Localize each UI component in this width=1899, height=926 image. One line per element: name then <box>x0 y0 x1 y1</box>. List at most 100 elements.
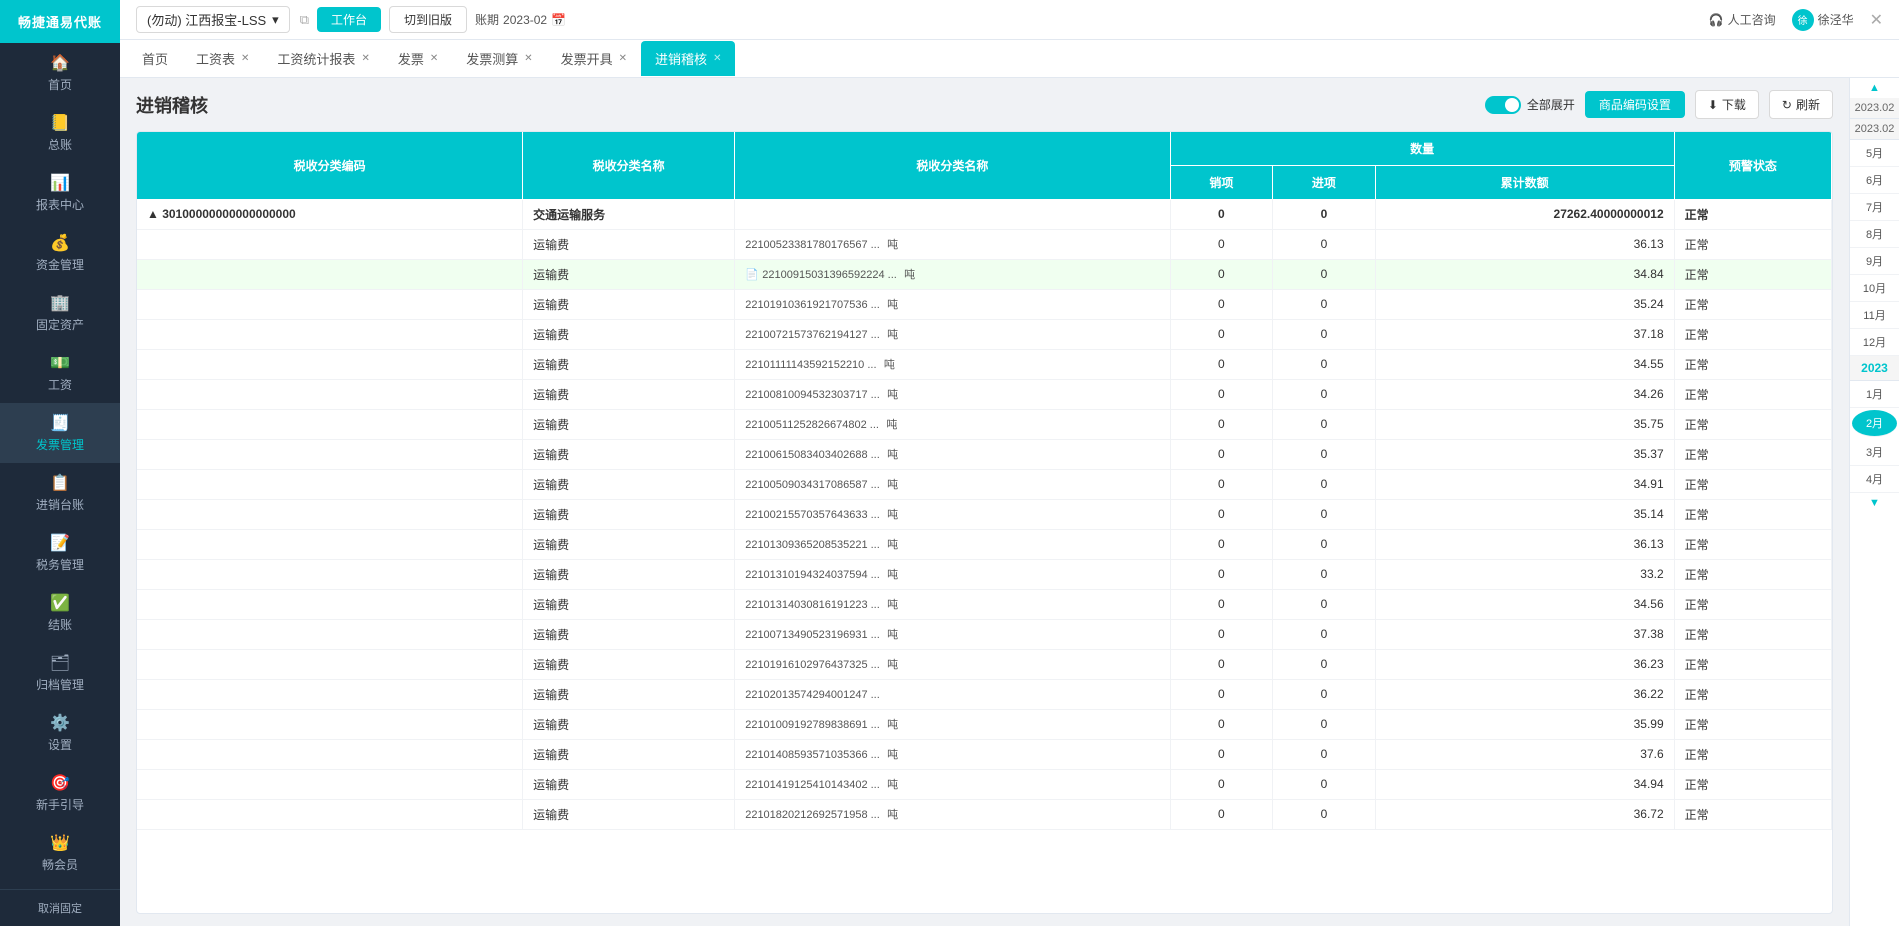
switch-version-button[interactable]: 切到旧版 <box>389 6 467 33</box>
table-row: 运输费 221010091927898386​91 ... 吨 0 0 35.9… <box>137 709 1832 739</box>
sidebar-item-label: 发票管理 <box>36 436 84 453</box>
row-purchase: 0 <box>1273 259 1376 289</box>
calendar-up-arrow[interactable]: ▲ <box>1850 78 1899 98</box>
row-invoice: 221010091927898386​91 ... 吨 <box>735 709 1170 739</box>
table-row: 运输费 221007134905231969​31 ... 吨 0 0 37.3… <box>137 619 1832 649</box>
table-row: 运输费 221006150834034026​88 ... 吨 0 0 35.3… <box>137 439 1832 469</box>
calendar-month-10[interactable]: 10月 <box>1850 275 1899 302</box>
tab-invoice-open-close[interactable]: ✕ <box>619 53 627 64</box>
tab-invoice-open[interactable]: 发票开具 ✕ <box>547 41 641 76</box>
row-total: 36.13 <box>1375 229 1674 259</box>
table-row: 运输费 221005112528266748​02 ... 吨 0 0 35.7… <box>137 409 1832 439</box>
col-header-sales: 销项 <box>1170 166 1273 200</box>
tab-payroll-stats[interactable]: 工资统计报表 ✕ <box>263 41 383 76</box>
sidebar-item-settings[interactable]: ⚙️ 设置 <box>0 703 120 763</box>
row-invoice: 221006150834034026​88 ... 吨 <box>735 439 1170 469</box>
sidebar-item-payroll[interactable]: 💵 工资 <box>0 343 120 403</box>
calendar-month-6[interactable]: 6月 <box>1850 167 1899 194</box>
calendar-month-4[interactable]: 4月 <box>1850 466 1899 493</box>
support-link[interactable]: 🎧 人工咨询 <box>1709 11 1776 28</box>
tab-reconcile-label: 进销稽核 <box>655 49 707 68</box>
row-code <box>137 529 523 559</box>
sidebar-item-sales[interactable]: 📋 进销台账 <box>0 463 120 523</box>
calendar-month-3[interactable]: 3月 <box>1850 439 1899 466</box>
col-header-status: 预警状态 <box>1674 132 1831 199</box>
row-sales: 0 <box>1170 469 1273 499</box>
calendar-month-11[interactable]: 11月 <box>1850 302 1899 329</box>
row-code <box>137 289 523 319</box>
sidebar-item-ledger[interactable]: 📒 总账 <box>0 103 120 163</box>
sidebar-item-capital[interactable]: 💰 资金管理 <box>0 223 120 283</box>
tab-home[interactable]: 首页 <box>128 41 182 76</box>
sidebar-item-vip[interactable]: 👑 畅会员 <box>0 823 120 883</box>
user-avatar: 徐 <box>1792 9 1814 31</box>
row-total: 34.84 <box>1375 259 1674 289</box>
tab-invoice[interactable]: 发票 ✕ <box>384 41 452 76</box>
calendar-month-5[interactable]: 5月 <box>1850 140 1899 167</box>
table-row: 运输费 221020135742940012​47 ... 0 0 36.22 … <box>137 679 1832 709</box>
sidebar-item-tax[interactable]: 📝 税务管理 <box>0 523 120 583</box>
row-status: 正常 <box>1674 379 1831 409</box>
row-code <box>137 349 523 379</box>
row-status: 正常 <box>1674 769 1831 799</box>
row-sales: 0 <box>1170 259 1273 289</box>
row-name: 运输费 <box>523 439 735 469</box>
sidebar-item-label: 固定资产 <box>36 316 84 333</box>
calendar-icon[interactable]: 📅 <box>551 13 566 27</box>
row-total: 33.2 <box>1375 559 1674 589</box>
unpin-button[interactable]: 取消固定 <box>0 889 120 926</box>
tab-reconcile-close[interactable]: ✕ <box>713 53 721 64</box>
row-sales: 0 <box>1170 289 1273 319</box>
tab-invoice-calc[interactable]: 发票测算 ✕ <box>452 41 546 76</box>
workspace-button[interactable]: 工作台 <box>317 7 381 32</box>
sidebar-item-guide[interactable]: 🎯 新手引导 <box>0 763 120 823</box>
expand-toggle[interactable] <box>1485 96 1521 114</box>
archive-icon: 🗂 <box>50 653 70 673</box>
tab-payroll[interactable]: 工资表 ✕ <box>182 41 263 76</box>
sidebar-item-settle[interactable]: ✅ 结账 <box>0 583 120 643</box>
sidebar-item-label: 首页 <box>48 76 72 93</box>
user-info[interactable]: 徐 徐泾华 <box>1792 9 1854 31</box>
row-status: 正常 <box>1674 799 1831 829</box>
calendar-down-arrow[interactable]: ▼ <box>1850 493 1899 513</box>
calendar-month-9[interactable]: 9月 <box>1850 248 1899 275</box>
sidebar-item-home[interactable]: 🏠 首页 <box>0 43 120 103</box>
tab-invoice-calc-close[interactable]: ✕ <box>524 53 532 64</box>
row-invoice: 221014085935710353​66 ... 吨 <box>735 739 1170 769</box>
row-code <box>137 769 523 799</box>
row-total: 36.23 <box>1375 649 1674 679</box>
sidebar-item-reports[interactable]: 📊 报表中心 <box>0 163 120 223</box>
row-name: 运输费 <box>523 319 735 349</box>
row-name: 运输费 <box>523 679 735 709</box>
sidebar: 畅捷通易代账 🏠 首页 📒 总账 📊 报表中心 💰 资金管理 🏢 固定资产 💵 … <box>0 0 120 926</box>
expand-toggle-label: 全部展开 <box>1527 96 1575 113</box>
row-name: 交通运输服务 <box>523 199 735 229</box>
row-name: 运输费 <box>523 559 735 589</box>
row-sales: 0 <box>1170 409 1273 439</box>
row-status: 正常 <box>1674 709 1831 739</box>
company-selector[interactable]: (勿动) 江西报宝-LSS ▾ <box>136 6 290 33</box>
tab-invoice-calc-label: 发票测算 <box>466 49 518 68</box>
calendar-month-8[interactable]: 8月 <box>1850 221 1899 248</box>
row-name: 运输费 <box>523 379 735 409</box>
calendar-month-2[interactable]: 2月 <box>1852 410 1897 437</box>
row-name: 运输费 <box>523 469 735 499</box>
row-total: 34.26 <box>1375 379 1674 409</box>
tab-invoice-close[interactable]: ✕ <box>430 53 438 64</box>
settings-button[interactable]: 商品编码设置 <box>1585 91 1685 118</box>
calendar-month-7[interactable]: 7月 <box>1850 194 1899 221</box>
download-button[interactable]: ⬇ 下载 <box>1695 90 1759 119</box>
tab-payroll-stats-close[interactable]: ✕ <box>361 53 369 64</box>
refresh-button[interactable]: ↻ 刷新 <box>1769 90 1833 119</box>
sidebar-item-archive[interactable]: 🗂 归档管理 <box>0 643 120 703</box>
calendar-month-12[interactable]: 12月 <box>1850 329 1899 356</box>
tab-reconcile[interactable]: 进销稽核 ✕ <box>641 41 735 76</box>
tab-payroll-close[interactable]: ✕ <box>241 53 249 64</box>
row-invoice: 221005112528266748​02 ... 吨 <box>735 409 1170 439</box>
close-icon[interactable]: ✕ <box>1870 10 1883 30</box>
row-purchase: 0 <box>1273 319 1376 349</box>
sidebar-item-assets[interactable]: 🏢 固定资产 <box>0 283 120 343</box>
calendar-month-1[interactable]: 1月 <box>1850 381 1899 408</box>
sidebar-item-invoice[interactable]: 🧾 发票管理 <box>0 403 120 463</box>
row-purchase: 0 <box>1273 559 1376 589</box>
